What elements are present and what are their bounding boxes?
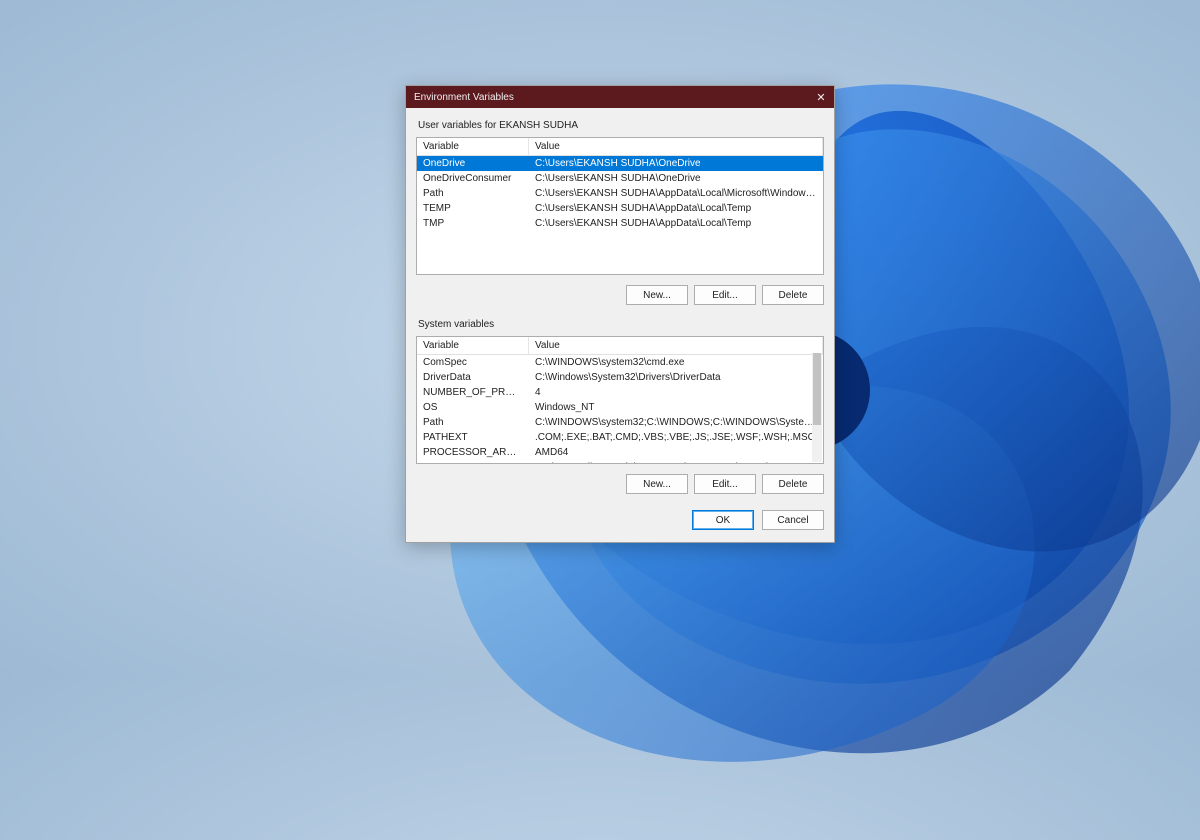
value-cell: C:\Users\EKANSH SUDHA\AppData\Local\Temp xyxy=(529,201,823,216)
table-row[interactable]: PATHEXT.COM;.EXE;.BAT;.CMD;.VBS;.VBE;.JS… xyxy=(417,430,823,445)
system-scrollbar[interactable] xyxy=(812,353,822,462)
value-cell: C:\Users\EKANSH SUDHA\OneDrive xyxy=(529,156,823,171)
table-row[interactable]: PathC:\WINDOWS\system32;C:\WINDOWS;C:\WI… xyxy=(417,415,823,430)
column-header-value[interactable]: Value xyxy=(529,337,823,354)
system-variables-label: System variables xyxy=(416,309,824,336)
user-new-button[interactable]: New... xyxy=(626,285,688,305)
column-header-variable[interactable]: Variable xyxy=(417,337,529,354)
user-edit-button[interactable]: Edit... xyxy=(694,285,756,305)
system-list-header: Variable Value xyxy=(417,337,823,355)
dialog-button-row: OK Cancel xyxy=(416,498,824,532)
system-edit-button[interactable]: Edit... xyxy=(694,474,756,494)
system-button-row: New... Edit... Delete xyxy=(416,464,824,498)
user-variables-listbox[interactable]: Variable Value OneDriveC:\Users\EKANSH S… xyxy=(416,137,824,275)
variable-cell: DriverData xyxy=(417,370,529,385)
value-cell: C:\WINDOWS\system32\cmd.exe xyxy=(529,355,823,370)
variable-cell: OneDriveConsumer xyxy=(417,171,529,186)
value-cell: C:\Windows\System32\Drivers\DriverData xyxy=(529,370,823,385)
value-cell: C:\WINDOWS\system32;C:\WINDOWS;C:\WINDOW… xyxy=(529,415,823,430)
system-delete-button[interactable]: Delete xyxy=(762,474,824,494)
table-row[interactable]: PROCESSOR_ARCHITECTUREAMD64 xyxy=(417,445,823,460)
variable-cell: PATHEXT xyxy=(417,430,529,445)
variable-cell: Path xyxy=(417,415,529,430)
value-cell: AMD64 xyxy=(529,445,823,460)
variable-cell: PROCESSOR_ARCHITECTURE xyxy=(417,445,529,460)
system-variables-listbox[interactable]: Variable Value ComSpecC:\WINDOWS\system3… xyxy=(416,336,824,464)
table-row[interactable]: NUMBER_OF_PROCESSORS4 xyxy=(417,385,823,400)
environment-variables-dialog: Environment Variables ✕ User variables f… xyxy=(405,85,835,543)
ok-button[interactable]: OK xyxy=(692,510,754,530)
user-button-row: New... Edit... Delete xyxy=(416,275,824,309)
system-new-button[interactable]: New... xyxy=(626,474,688,494)
table-row[interactable]: OneDriveConsumerC:\Users\EKANSH SUDHA\On… xyxy=(417,171,823,186)
variable-cell: TEMP xyxy=(417,201,529,216)
variable-cell: NUMBER_OF_PROCESSORS xyxy=(417,385,529,400)
variable-cell: ComSpec xyxy=(417,355,529,370)
variable-cell: OneDrive xyxy=(417,156,529,171)
table-row[interactable]: PathC:\Users\EKANSH SUDHA\AppData\Local\… xyxy=(417,186,823,201)
user-delete-button[interactable]: Delete xyxy=(762,285,824,305)
cancel-button[interactable]: Cancel xyxy=(762,510,824,530)
variable-cell: PROCESSOR_IDENTIFIER xyxy=(417,460,529,464)
value-cell: C:\Users\EKANSH SUDHA\AppData\Local\Temp xyxy=(529,216,823,231)
column-header-variable[interactable]: Variable xyxy=(417,138,529,155)
value-cell: .COM;.EXE;.BAT;.CMD;.VBS;.VBE;.JS;.JSE;.… xyxy=(529,430,823,445)
table-row[interactable]: TEMPC:\Users\EKANSH SUDHA\AppData\Local\… xyxy=(417,201,823,216)
table-row[interactable]: OSWindows_NT xyxy=(417,400,823,415)
table-row[interactable]: TMPC:\Users\EKANSH SUDHA\AppData\Local\T… xyxy=(417,216,823,231)
value-cell: Windows_NT xyxy=(529,400,823,415)
value-cell: 4 xyxy=(529,385,823,400)
column-header-value[interactable]: Value xyxy=(529,138,823,155)
value-cell: C:\Users\EKANSH SUDHA\OneDrive xyxy=(529,171,823,186)
close-icon[interactable]: ✕ xyxy=(814,90,828,104)
variable-cell: Path xyxy=(417,186,529,201)
table-row[interactable]: DriverDataC:\Windows\System32\Drivers\Dr… xyxy=(417,370,823,385)
value-cell: C:\Users\EKANSH SUDHA\AppData\Local\Micr… xyxy=(529,186,823,201)
user-list-header: Variable Value xyxy=(417,138,823,156)
value-cell: Intel64 Family 6 Model 126 Stepping 5, G… xyxy=(529,460,823,464)
scrollbar-thumb[interactable] xyxy=(813,353,821,425)
table-row[interactable]: OneDriveC:\Users\EKANSH SUDHA\OneDrive xyxy=(417,156,823,171)
window-title: Environment Variables xyxy=(414,92,514,103)
variable-cell: OS xyxy=(417,400,529,415)
table-row[interactable]: ComSpecC:\WINDOWS\system32\cmd.exe xyxy=(417,355,823,370)
table-row[interactable]: PROCESSOR_IDENTIFIERIntel64 Family 6 Mod… xyxy=(417,460,823,464)
user-variables-label: User variables for EKANSH SUDHA xyxy=(416,116,824,137)
variable-cell: TMP xyxy=(417,216,529,231)
titlebar: Environment Variables ✕ xyxy=(406,86,834,108)
